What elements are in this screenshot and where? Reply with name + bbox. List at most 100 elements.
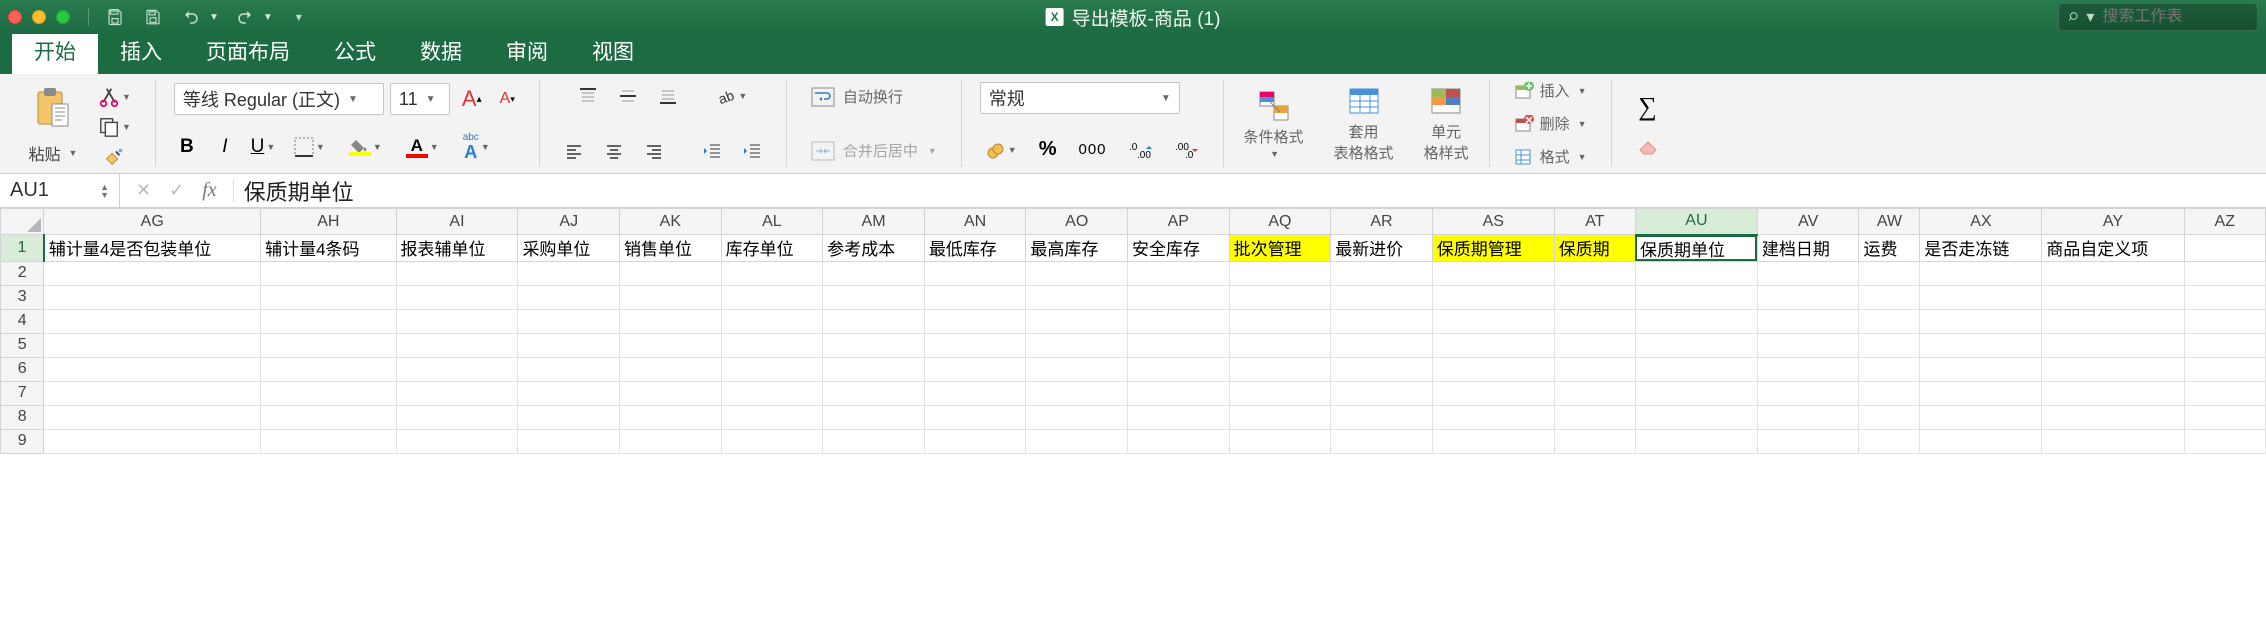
align-right-button[interactable]: [638, 137, 670, 165]
column-header-AU[interactable]: AU: [1635, 209, 1757, 235]
autosave-icon[interactable]: [103, 5, 127, 29]
cell-AV6[interactable]: [1757, 357, 1859, 381]
cell-AQ8[interactable]: [1229, 405, 1331, 429]
cell-AI7[interactable]: [396, 381, 518, 405]
align-left-button[interactable]: [558, 137, 590, 165]
cell-AS1[interactable]: 保质期管理: [1432, 235, 1554, 262]
cell-AZ8[interactable]: [2184, 405, 2265, 429]
cell-AK9[interactable]: [620, 429, 722, 453]
column-header-AV[interactable]: AV: [1757, 209, 1859, 235]
cell-AH2[interactable]: [261, 261, 396, 285]
cell-AX3[interactable]: [1920, 285, 2042, 309]
cell-AO5[interactable]: [1026, 333, 1128, 357]
tab-page-layout[interactable]: 页面布局: [184, 28, 312, 74]
cell-AG9[interactable]: [44, 429, 261, 453]
cell-AV5[interactable]: [1757, 333, 1859, 357]
cell-AG1[interactable]: 辅计量4是否包装单位: [44, 235, 261, 262]
cell-AJ3[interactable]: [518, 285, 620, 309]
font-color-button[interactable]: A▼: [400, 132, 445, 162]
cell-AT6[interactable]: [1554, 357, 1635, 381]
cell-AW4[interactable]: [1859, 309, 1920, 333]
cell-AK5[interactable]: [620, 333, 722, 357]
cell-AS2[interactable]: [1432, 261, 1554, 285]
cell-AO9[interactable]: [1026, 429, 1128, 453]
cell-AV1[interactable]: 建档日期: [1757, 235, 1859, 262]
column-header-AI[interactable]: AI: [396, 209, 518, 235]
cell-AM8[interactable]: [823, 405, 925, 429]
enter-formula-icon[interactable]: ✓: [169, 180, 184, 201]
cell-AM1[interactable]: 参考成本: [823, 235, 925, 262]
cell-AU9[interactable]: [1635, 429, 1757, 453]
cell-AJ7[interactable]: [518, 381, 620, 405]
format-as-table-button[interactable]: 套用 表格格式: [1328, 80, 1400, 167]
undo-icon[interactable]: [179, 5, 203, 29]
cell-AK4[interactable]: [620, 309, 722, 333]
cell-AJ1[interactable]: 采购单位: [518, 235, 620, 262]
cell-AH6[interactable]: [261, 357, 396, 381]
cell-AW6[interactable]: [1859, 357, 1920, 381]
save-icon[interactable]: [141, 5, 165, 29]
cell-AN6[interactable]: [924, 357, 1026, 381]
cell-AX2[interactable]: [1920, 261, 2042, 285]
autosum-button[interactable]: ∑: [1632, 88, 1663, 126]
cell-AM6[interactable]: [823, 357, 925, 381]
redo-icon[interactable]: [233, 5, 257, 29]
conditional-format-button[interactable]: 条件格式 ▼: [1238, 80, 1310, 167]
cell-AS3[interactable]: [1432, 285, 1554, 309]
column-header-AT[interactable]: AT: [1554, 209, 1635, 235]
cell-AP8[interactable]: [1128, 405, 1230, 429]
cell-AM4[interactable]: [823, 309, 925, 333]
format-cells-button[interactable]: 格式▼: [1508, 142, 1593, 171]
cell-AS5[interactable]: [1432, 333, 1554, 357]
increase-indent-button[interactable]: [736, 137, 768, 165]
cell-AH3[interactable]: [261, 285, 396, 309]
cell-AV3[interactable]: [1757, 285, 1859, 309]
cell-AO4[interactable]: [1026, 309, 1128, 333]
cell-AH4[interactable]: [261, 309, 396, 333]
tab-insert[interactable]: 插入: [98, 28, 184, 74]
cell-AO3[interactable]: [1026, 285, 1128, 309]
cell-AK1[interactable]: 销售单位: [620, 235, 722, 262]
cell-AY9[interactable]: [2042, 429, 2184, 453]
underline-button[interactable]: U▼: [250, 132, 276, 162]
cell-AX7[interactable]: [1920, 381, 2042, 405]
column-header-AO[interactable]: AO: [1026, 209, 1128, 235]
cell-AT7[interactable]: [1554, 381, 1635, 405]
cell-AK3[interactable]: [620, 285, 722, 309]
copy-button[interactable]: ▼: [92, 112, 137, 142]
cell-AV2[interactable]: [1757, 261, 1859, 285]
cancel-formula-icon[interactable]: ✕: [136, 180, 151, 201]
cell-AR7[interactable]: [1331, 381, 1433, 405]
increase-decimal-button[interactable]: .0.00: [1123, 136, 1159, 164]
cell-AQ9[interactable]: [1229, 429, 1331, 453]
comma-button[interactable]: 000: [1073, 137, 1113, 162]
formula-input[interactable]: 保质期单位: [234, 175, 2266, 207]
select-all-corner[interactable]: [1, 209, 44, 235]
cell-AV8[interactable]: [1757, 405, 1859, 429]
cell-AG6[interactable]: [44, 357, 261, 381]
cell-AQ5[interactable]: [1229, 333, 1331, 357]
cell-AH7[interactable]: [261, 381, 396, 405]
close-window-button[interactable]: [8, 10, 22, 24]
decrease-decimal-button[interactable]: .00.0: [1169, 136, 1205, 164]
cell-AP9[interactable]: [1128, 429, 1230, 453]
cell-AI1[interactable]: 报表辅单位: [396, 235, 518, 262]
cell-AQ1[interactable]: 批次管理: [1229, 235, 1331, 262]
column-header-AJ[interactable]: AJ: [518, 209, 620, 235]
cell-AS7[interactable]: [1432, 381, 1554, 405]
row-header-5[interactable]: 5: [1, 333, 44, 357]
qat-customize-icon[interactable]: ▾: [287, 5, 311, 29]
cell-AW7[interactable]: [1859, 381, 1920, 405]
cell-AQ2[interactable]: [1229, 261, 1331, 285]
cell-AT3[interactable]: [1554, 285, 1635, 309]
cell-AJ4[interactable]: [518, 309, 620, 333]
number-format-combo[interactable]: 常规▼: [980, 82, 1180, 114]
cell-AG3[interactable]: [44, 285, 261, 309]
cell-AN9[interactable]: [924, 429, 1026, 453]
row-header-8[interactable]: 8: [1, 405, 44, 429]
row-header-2[interactable]: 2: [1, 261, 44, 285]
column-header-AZ[interactable]: AZ: [2184, 209, 2265, 235]
cell-AZ1[interactable]: [2184, 235, 2265, 262]
tab-review[interactable]: 审阅: [484, 28, 570, 74]
cell-AJ2[interactable]: [518, 261, 620, 285]
